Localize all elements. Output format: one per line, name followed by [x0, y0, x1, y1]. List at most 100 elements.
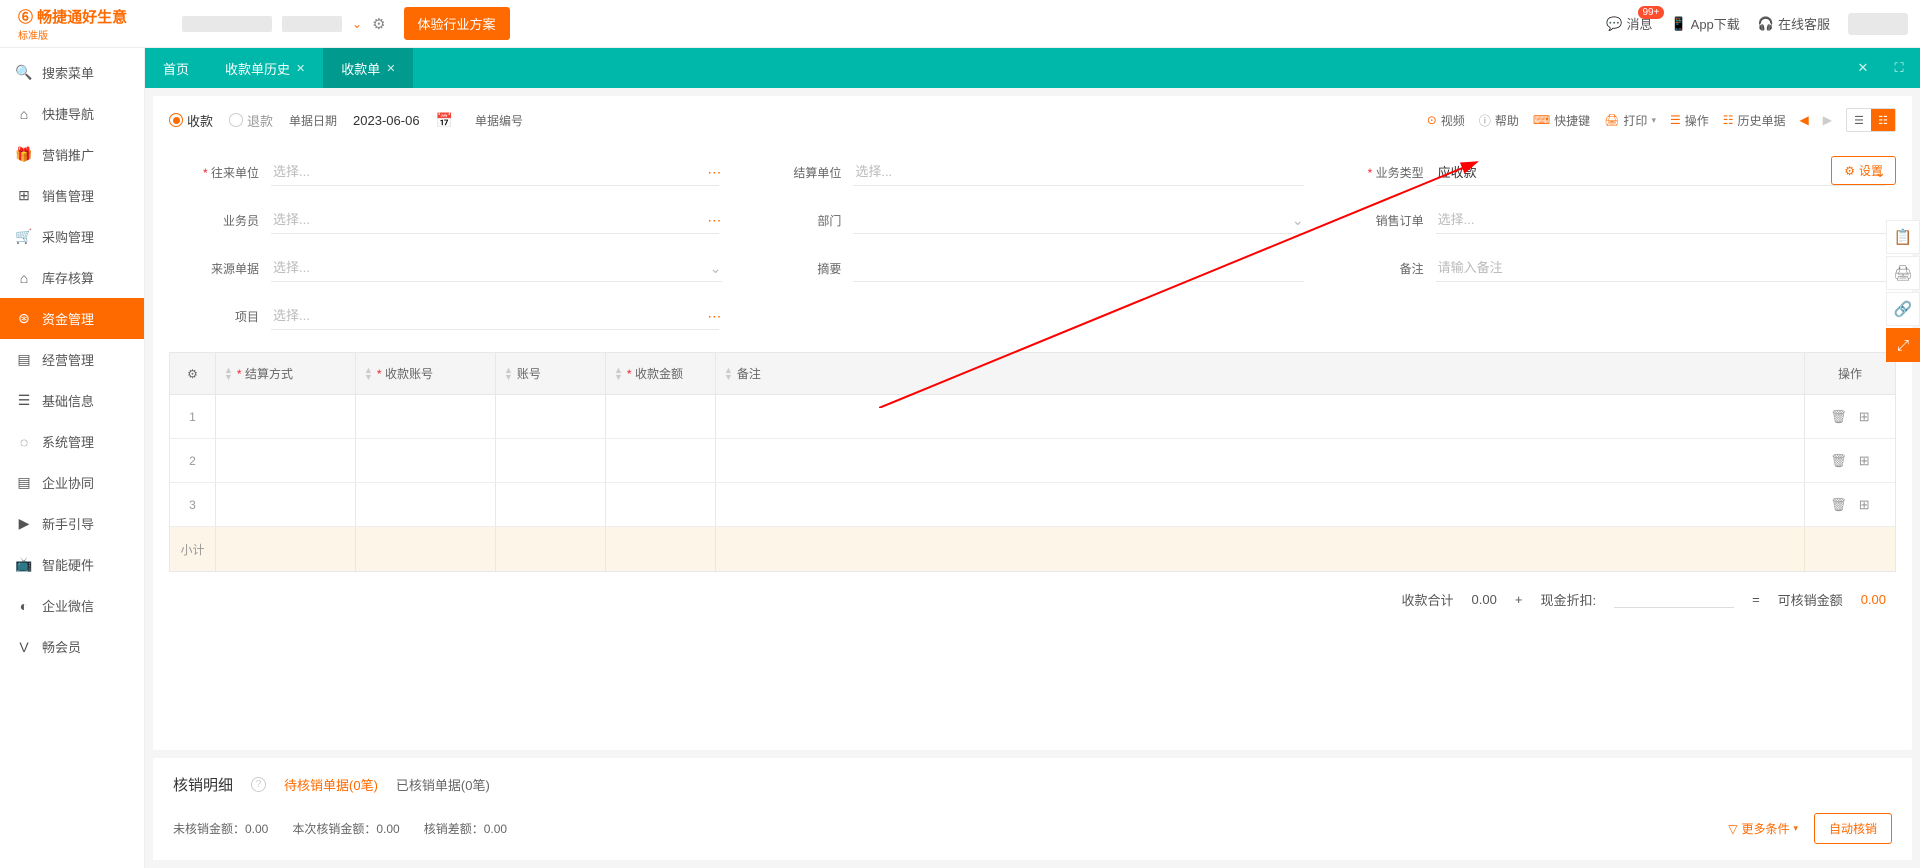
operate-link[interactable]: ☰操作 [1670, 112, 1709, 129]
th-account[interactable]: ▲▼收款账号 [356, 353, 496, 394]
nav-prev-icon[interactable]: ◀ [1800, 113, 1809, 127]
sidebar-item-3[interactable]: ⊞销售管理 [0, 175, 144, 216]
th-remark[interactable]: ▲▼备注 [716, 353, 1805, 394]
sidebar-item-4[interactable]: 🛒采购管理 [0, 216, 144, 257]
th-amount[interactable]: ▲▼收款金额 [606, 353, 716, 394]
close-icon[interactable]: ✕ [386, 62, 395, 75]
company-selector[interactable]: ⌄ ⚙ [182, 15, 386, 33]
table-row[interactable]: 3🗑⊞ [170, 483, 1895, 527]
sidebar-icon: 📺 [16, 557, 32, 573]
expand-icon[interactable]: ⤢ [1886, 328, 1920, 362]
sidebar-item-9[interactable]: ◌系统管理 [0, 421, 144, 462]
sidebar-item-11[interactable]: ▶新手引导 [0, 503, 144, 544]
table-row[interactable]: 2🗑⊞ [170, 439, 1895, 483]
chevron-down-icon[interactable]: ⌄ [710, 260, 722, 277]
sidebar-item-1[interactable]: ⌂快捷导航 [0, 93, 144, 134]
discount-input[interactable] [1614, 592, 1734, 608]
settle-unit-input[interactable] [853, 158, 1303, 186]
print-queue-icon[interactable]: 🖨 [1886, 256, 1920, 290]
sidebar-item-2[interactable]: 🎁营销推广 [0, 134, 144, 175]
biz-type-label: 业务类型 [1344, 164, 1424, 181]
sidebar-item-7[interactable]: ▤ 经营管理 [0, 339, 144, 380]
messages-link[interactable]: 💬 消息 99+ [1606, 14, 1652, 33]
more-conditions-link[interactable]: ▽ 更多条件 ▾ [1728, 820, 1798, 837]
help-icon[interactable]: ? [251, 777, 266, 792]
table-row[interactable]: 1🗑⊞ [170, 395, 1895, 439]
close-icon[interactable]: ✕ [296, 62, 305, 75]
delete-row-icon[interactable]: 🗑 [1830, 409, 1847, 425]
sidebar-item-13[interactable]: ◐企业微信 [0, 585, 144, 626]
add-row-icon[interactable]: ⊞ [1859, 497, 1870, 513]
table-header: ⚙ ▲▼结算方式 ▲▼收款账号 ▲▼账号 ▲▼收款金额 ▲▼备注 操作 [170, 353, 1895, 395]
equals-sign: = [1752, 592, 1760, 607]
radio-receive[interactable]: 收款 [169, 111, 213, 130]
calendar-icon[interactable]: 📅 [436, 112, 453, 129]
writeoff-tab-pending[interactable]: 待核销单据(0笔) [284, 775, 378, 794]
delete-row-icon[interactable]: 🗑 [1830, 453, 1847, 469]
help-link[interactable]: ⓘ帮助 [1479, 112, 1519, 129]
sidebar-item-8[interactable]: ☰基础信息 [0, 380, 144, 421]
source-input[interactable] [271, 254, 722, 282]
nav-next-icon[interactable]: ▶ [1823, 113, 1832, 127]
table-subtotal-row: 小计 [170, 527, 1895, 571]
shortcut-link[interactable]: ⌨快捷键 [1533, 112, 1590, 129]
attachment-icon[interactable]: 🔗 [1886, 292, 1920, 326]
th-acctno[interactable]: ▲▼账号 [496, 353, 606, 394]
sidebar-item-0[interactable]: 🔍搜索菜单 [0, 52, 144, 93]
sidebar-item-5[interactable]: ⌂库存核算 [0, 257, 144, 298]
brand-name: 畅捷通好生意 [37, 9, 127, 26]
more-icon[interactable]: ⋯ [707, 308, 721, 325]
settings-button[interactable]: ⚙ 设置 [1831, 156, 1896, 185]
radio-refund[interactable]: 退款 [229, 111, 273, 130]
sidebar-icon: ▤ [16, 352, 32, 368]
online-chat-link[interactable]: 🎧 在线客服 [1758, 14, 1830, 33]
sales-order-input[interactable] [1436, 206, 1886, 234]
project-input[interactable] [271, 302, 719, 330]
tab-0[interactable]: 首页 [145, 48, 207, 88]
customer-input[interactable] [271, 158, 719, 186]
history-link[interactable]: ☷历史单据 [1723, 112, 1786, 129]
add-row-icon[interactable]: ⊞ [1859, 409, 1870, 425]
writeoff-tab-done[interactable]: 已核销单据(0笔) [396, 775, 490, 794]
tab-2[interactable]: 收款单✕ [323, 48, 413, 88]
delete-row-icon[interactable]: 🗑 [1830, 497, 1847, 513]
fullscreen-icon[interactable]: ⛶ [1882, 51, 1916, 85]
headset-icon: 🎧 [1758, 16, 1774, 32]
chevron-down-icon[interactable]: ⌄ [1874, 164, 1886, 181]
app-download-link[interactable]: 📱 App下载 [1670, 14, 1739, 33]
biz-type-input[interactable] [1436, 158, 1887, 186]
remark-input[interactable] [1436, 254, 1886, 282]
tab-1[interactable]: 收款单历史✕ [207, 48, 323, 88]
summary-input[interactable] [853, 254, 1303, 282]
sidebar-item-14[interactable]: V畅会员 [0, 626, 144, 667]
add-row-icon[interactable]: ⊞ [1859, 453, 1870, 469]
auto-writeoff-button[interactable]: 自动核销 [1814, 813, 1892, 844]
view-list-icon[interactable]: ☰ [1847, 109, 1871, 131]
sidebar-item-10[interactable]: ▤企业协同 [0, 462, 144, 503]
history-icon: ☷ [1723, 113, 1734, 127]
dept-input[interactable] [853, 206, 1304, 234]
user-avatar[interactable] [1848, 13, 1908, 35]
sidebar-item-label: 企业协同 [42, 473, 94, 492]
doc-date-value[interactable]: 2023-06-06 [353, 113, 420, 128]
floating-action-bar: 📋 🖨 🔗 ⤢ [1886, 220, 1920, 362]
gear-icon[interactable]: ⚙ [372, 15, 385, 33]
sidebar-item-label: 新手引导 [42, 514, 94, 533]
th-settle-type[interactable]: ▲▼结算方式 [216, 353, 356, 394]
more-icon[interactable]: ⋯ [707, 212, 721, 229]
view-detail-icon[interactable]: ☷ [1871, 109, 1895, 131]
more-icon[interactable]: ⋯ [707, 164, 721, 181]
print-link[interactable]: 🖨打印▾ [1604, 112, 1656, 129]
chevron-down-icon[interactable]: ⌄ [1292, 212, 1304, 229]
sidebar-item-12[interactable]: 📺智能硬件 [0, 544, 144, 585]
sidebar-item-label: 快捷导航 [42, 104, 94, 123]
video-link[interactable]: ⊙视频 [1427, 112, 1465, 129]
table-config-icon[interactable]: ⚙ [170, 353, 216, 394]
totals-row: 收款合计 0.00 + 现金折扣: = 可核销金额 0.00 [169, 572, 1896, 627]
sidebar-item-label: 经营管理 [42, 350, 94, 369]
salesman-input[interactable] [271, 206, 719, 234]
sidebar-item-6[interactable]: ⊛资金管理 [0, 298, 144, 339]
trial-industry-button[interactable]: 体验行业方案 [404, 7, 510, 40]
close-all-tabs-icon[interactable]: ✕ [1846, 51, 1880, 85]
draft-icon[interactable]: 📋 [1886, 220, 1920, 254]
